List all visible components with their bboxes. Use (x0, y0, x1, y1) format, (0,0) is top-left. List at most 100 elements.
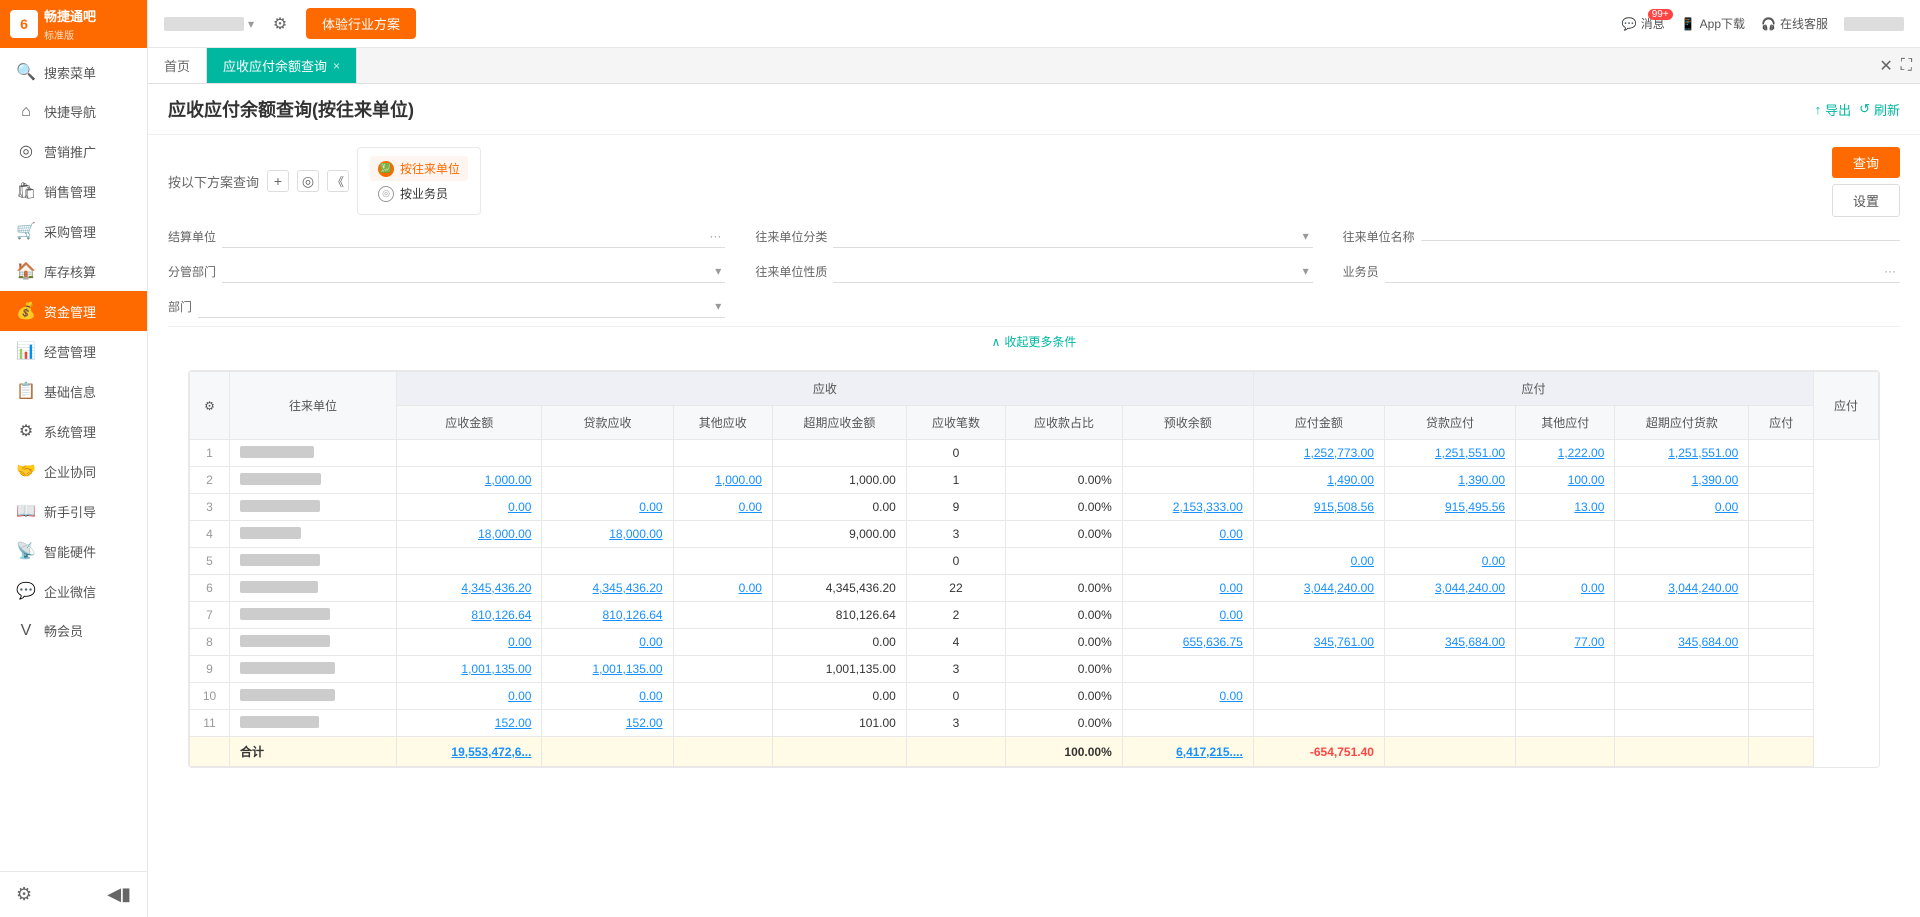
collapse-up-icon: ∧ (992, 335, 1001, 349)
gear-icon[interactable]: ⚙ (266, 10, 294, 38)
prepay-cell[interactable]: 2,153,333.00 (1122, 494, 1253, 521)
table-row: 11 152.00 152.00 101.00 3 0.00% (190, 710, 1879, 737)
collapse-filter-button[interactable]: ∧ 收起更多条件 (992, 333, 1077, 350)
overdue-ap-cell[interactable]: 1,390.00 (1615, 467, 1749, 494)
ap-amount-cell[interactable]: 345,761.00 (1253, 629, 1384, 656)
sidebar-item-member[interactable]: V 畅会员 (0, 611, 147, 650)
loan-ap-cell[interactable]: 3,044,240.00 (1384, 575, 1515, 602)
maximize-tab-icon[interactable]: ⛶ (1901, 57, 1912, 75)
ar-amount-cell[interactable]: 4,345,436.20 (396, 575, 542, 602)
overdue-ap-cell[interactable]: 0.00 (1615, 494, 1749, 521)
filter-add-button[interactable]: + (267, 170, 289, 192)
app-download-button[interactable]: 📱 App下载 (1681, 15, 1745, 32)
total-prepay[interactable]: 6,417,215.... (1122, 737, 1253, 767)
messages-button[interactable]: 💬 消息 99+ (1622, 15, 1665, 32)
ap-amount-cell[interactable]: 0.00 (1253, 548, 1384, 575)
total-ar-amount[interactable]: 19,553,472,6... (396, 737, 542, 767)
prepay-cell[interactable]: 0.00 (1122, 602, 1253, 629)
loan-ar-cell[interactable]: 0.00 (542, 629, 673, 656)
settings-header[interactable]: ⚙ (190, 372, 230, 440)
sidebar-item-smart-hw[interactable]: 📡 智能硬件 (0, 531, 147, 571)
ap-amount-cell[interactable]: 915,508.56 (1253, 494, 1384, 521)
ar-amount-cell[interactable]: 0.00 (396, 494, 542, 521)
loan-ar-cell[interactable]: 18,000.00 (542, 521, 673, 548)
prepay-cell[interactable]: 0.00 (1122, 683, 1253, 710)
other-ap-cell[interactable]: 0.00 (1516, 575, 1615, 602)
filter-collapse-icon[interactable]: 《 (327, 170, 349, 192)
unit-name-input[interactable] (1421, 232, 1900, 241)
loan-ap-cell[interactable]: 0.00 (1384, 548, 1515, 575)
loan-ap-cell[interactable]: 915,495.56 (1384, 494, 1515, 521)
collapse-sidebar-icon[interactable]: ◀▮ (107, 884, 131, 905)
overdue-ap-cell[interactable]: 1,251,551.00 (1615, 440, 1749, 467)
loan-ap-cell[interactable]: 1,251,551.00 (1384, 440, 1515, 467)
loan-ar-cell[interactable]: 1,001,135.00 (542, 656, 673, 683)
dept-label: 部门 (168, 298, 192, 315)
ar-amount-cell[interactable]: 1,001,135.00 (396, 656, 542, 683)
ar-amount-cell[interactable]: 0.00 (396, 683, 542, 710)
ar-amount-cell[interactable]: 1,000.00 (396, 467, 542, 494)
dept-manager-input[interactable]: ▾ (222, 260, 725, 283)
other-ap-cell[interactable]: 13.00 (1516, 494, 1615, 521)
settings-bottom-icon[interactable]: ⚙ (16, 884, 32, 905)
online-service-button[interactable]: 🎧 在线客服 (1761, 15, 1828, 32)
sidebar-item-business[interactable]: 📊 经营管理 (0, 331, 147, 371)
other-ap-cell[interactable]: 100.00 (1516, 467, 1615, 494)
ar-amount-cell[interactable]: 0.00 (396, 629, 542, 656)
sidebar-item-enterprise[interactable]: 🤝 企业协同 (0, 451, 147, 491)
loan-ap-cell[interactable]: 1,390.00 (1384, 467, 1515, 494)
cta-button[interactable]: 体验行业方案 (306, 8, 416, 39)
sidebar-item-sales[interactable]: 🛍 销售管理 (0, 171, 147, 211)
loan-ar-cell[interactable]: 4,345,436.20 (542, 575, 673, 602)
sidebar-item-basic[interactable]: 📋 基础信息 (0, 371, 147, 411)
sidebar-item-quick-nav[interactable]: ⌂ 快捷导航 (0, 92, 147, 131)
settings-button[interactable]: 设置 (1832, 184, 1900, 217)
tab-close-icon[interactable]: × (333, 59, 340, 73)
salesman-input[interactable]: ··· (1385, 260, 1900, 283)
ap-amount-cell[interactable]: 1,252,773.00 (1253, 440, 1384, 467)
sidebar-item-newbie[interactable]: 📖 新手引导 (0, 491, 147, 531)
dept-input[interactable]: ▾ (198, 295, 725, 318)
other-ap-cell[interactable]: 1,222.00 (1516, 440, 1615, 467)
loan-ar-cell[interactable]: 810,126.64 (542, 602, 673, 629)
overdue-ap-cell[interactable]: 3,044,240.00 (1615, 575, 1749, 602)
filter-target-icon[interactable]: ◎ (297, 170, 319, 192)
overdue-ap-cell[interactable]: 345,684.00 (1615, 629, 1749, 656)
ap-amount-cell[interactable]: 1,490.00 (1253, 467, 1384, 494)
other-ar-cell[interactable]: 1,000.00 (673, 467, 772, 494)
sidebar-item-wechat[interactable]: 💬 企业微信 (0, 571, 147, 611)
sidebar-item-finance[interactable]: 💰 资金管理 (0, 291, 147, 331)
query-button[interactable]: 查询 (1832, 147, 1900, 178)
loan-ap-cell[interactable]: 345,684.00 (1384, 629, 1515, 656)
scheme-item-salesman[interactable]: ◎ 按业务员 (370, 181, 468, 206)
tab-home[interactable]: 首页 (148, 48, 207, 83)
settlement-input[interactable]: ··· (222, 225, 725, 248)
loan-ar-cell[interactable]: 152.00 (542, 710, 673, 737)
user-info[interactable] (1844, 17, 1904, 31)
loan-ar-cell[interactable]: 0.00 (542, 683, 673, 710)
sidebar-item-inventory[interactable]: 🏠 库存核算 (0, 251, 147, 291)
tab-ar-ap[interactable]: 应收应付余额查询 × (207, 48, 357, 83)
other-ar-cell[interactable]: 0.00 (673, 575, 772, 602)
sidebar-item-search-menu[interactable]: 🔍 搜索菜单 (0, 52, 147, 92)
other-ap-cell[interactable]: 77.00 (1516, 629, 1615, 656)
refresh-button[interactable]: ↺ 刷新 (1859, 100, 1900, 119)
ar-amount-cell[interactable]: 152.00 (396, 710, 542, 737)
close-tab-icon[interactable]: ✕ (1879, 56, 1892, 76)
ap-amount-cell[interactable]: 3,044,240.00 (1253, 575, 1384, 602)
loan-ar-cell[interactable]: 0.00 (542, 494, 673, 521)
sidebar-item-marketing[interactable]: ◎ 营销推广 (0, 131, 147, 171)
ar-amount-cell[interactable]: 810,126.64 (396, 602, 542, 629)
prepay-cell[interactable]: 0.00 (1122, 521, 1253, 548)
prepay-cell[interactable]: 0.00 (1122, 575, 1253, 602)
sidebar-item-system[interactable]: ⚙ 系统管理 (0, 411, 147, 451)
prepay-cell[interactable]: 655,636.75 (1122, 629, 1253, 656)
unit-category-input[interactable]: ▾ (833, 225, 1312, 248)
unit-nature-input[interactable]: ▾ (833, 260, 1312, 283)
sidebar-item-purchase[interactable]: 🛒 采购管理 (0, 211, 147, 251)
export-button[interactable]: ↑ 导出 (1815, 100, 1852, 119)
other-ar-cell[interactable]: 0.00 (673, 494, 772, 521)
ar-amount-cell[interactable]: 18,000.00 (396, 521, 542, 548)
overdue-ar-cell: 1,001,135.00 (772, 656, 906, 683)
scheme-item-unit[interactable]: 💹 按往来单位 (370, 156, 468, 181)
